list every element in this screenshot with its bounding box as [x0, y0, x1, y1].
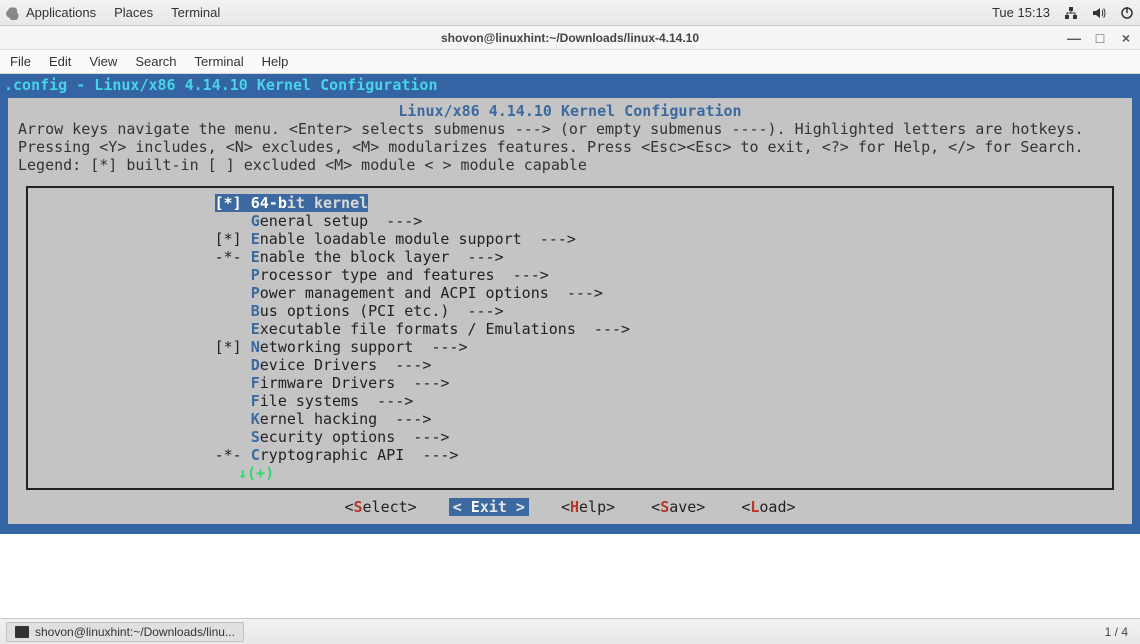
clock-label[interactable]: Tue 15:13 — [992, 5, 1050, 20]
kconfig-menu-item[interactable]: [*] Enable loadable module support ---> — [28, 230, 1112, 248]
kconfig-menu-item[interactable]: File systems ---> — [28, 392, 1112, 410]
kconfig-exit-button[interactable]: < Exit > — [449, 498, 529, 516]
kconfig-save-button[interactable]: <Save> — [647, 498, 709, 516]
terminal-viewport: .config - Linux/x86 4.14.10 Kernel Confi… — [0, 74, 1140, 534]
gnome-places-menu[interactable]: Places — [114, 5, 153, 20]
menu-edit[interactable]: Edit — [49, 54, 71, 69]
menu-file[interactable]: File — [10, 54, 31, 69]
kconfig-menu-item[interactable]: [*] 64-bit kernel — [28, 194, 1112, 212]
power-icon[interactable] — [1120, 6, 1134, 20]
kconfig-select-button[interactable]: <Select> — [340, 498, 420, 516]
gnome-top-panel: Applications Places Terminal Tue 15:13 — [0, 0, 1140, 26]
kconfig-header: Linux/x86 4.14.10 Kernel Configuration — [12, 102, 1128, 120]
kconfig-menu-list[interactable]: [*] 64-bit kernel General setup ---> [*]… — [26, 186, 1114, 490]
kconfig-more-indicator: ↓(+) — [28, 464, 1112, 482]
window-close-button[interactable]: × — [1118, 30, 1134, 46]
kconfig-menu-item[interactable]: -*- Cryptographic API ---> — [28, 446, 1112, 464]
kconfig-menu-item[interactable]: -*- Enable the block layer ---> — [28, 248, 1112, 266]
kconfig-menu-item[interactable]: Kernel hacking ---> — [28, 410, 1112, 428]
gnome-terminal-menu[interactable]: Terminal — [171, 5, 220, 20]
window-minimize-button[interactable]: — — [1066, 30, 1082, 46]
terminal-icon — [15, 626, 29, 638]
window-titlebar: shovon@linuxhint:~/Downloads/linux-4.14.… — [0, 26, 1140, 50]
menu-terminal[interactable]: Terminal — [195, 54, 244, 69]
taskbar-label: shovon@linuxhint:~/Downloads/linu... — [35, 625, 235, 639]
kconfig-help-button[interactable]: <Help> — [557, 498, 619, 516]
network-icon[interactable] — [1064, 6, 1078, 20]
menu-help[interactable]: Help — [262, 54, 289, 69]
kconfig-menu-item[interactable]: Firmware Drivers ---> — [28, 374, 1112, 392]
kconfig-menu-item[interactable]: Security options ---> — [28, 428, 1112, 446]
kconfig-menu-item[interactable]: Processor type and features ---> — [28, 266, 1112, 284]
gnome-foot-icon — [6, 6, 20, 20]
window-maximize-button[interactable]: □ — [1092, 30, 1108, 46]
menu-search[interactable]: Search — [135, 54, 176, 69]
kconfig-menu-item[interactable]: Power management and ACPI options ---> — [28, 284, 1112, 302]
kconfig-help-text: Arrow keys navigate the menu. <Enter> se… — [12, 120, 1128, 180]
menu-view[interactable]: View — [89, 54, 117, 69]
gnome-apps-menu[interactable]: Applications — [6, 5, 96, 20]
kconfig-dialog: Linux/x86 4.14.10 Kernel Configuration A… — [8, 98, 1132, 524]
workspace-indicator[interactable]: 1 / 4 — [1099, 625, 1134, 639]
kconfig-menu-item[interactable]: General setup ---> — [28, 212, 1112, 230]
kconfig-title-line: .config - Linux/x86 4.14.10 Kernel Confi… — [0, 74, 1140, 96]
terminal-menu-bar: File Edit View Search Terminal Help — [0, 50, 1140, 74]
kconfig-menu-item[interactable]: Executable file formats / Emulations ---… — [28, 320, 1112, 338]
kconfig-button-row: <Select> < Exit > <Help> <Save> <Load> — [12, 490, 1128, 520]
volume-icon[interactable] — [1092, 6, 1106, 20]
gnome-bottom-panel: shovon@linuxhint:~/Downloads/linu... 1 /… — [0, 618, 1140, 644]
window-title: shovon@linuxhint:~/Downloads/linux-4.14.… — [441, 31, 699, 45]
kconfig-menu-item[interactable]: Bus options (PCI etc.) ---> — [28, 302, 1112, 320]
kconfig-menu-item[interactable]: Device Drivers ---> — [28, 356, 1112, 374]
kconfig-load-button[interactable]: <Load> — [737, 498, 799, 516]
taskbar-entry[interactable]: shovon@linuxhint:~/Downloads/linu... — [6, 622, 244, 642]
kconfig-menu-item[interactable]: [*] Networking support ---> — [28, 338, 1112, 356]
